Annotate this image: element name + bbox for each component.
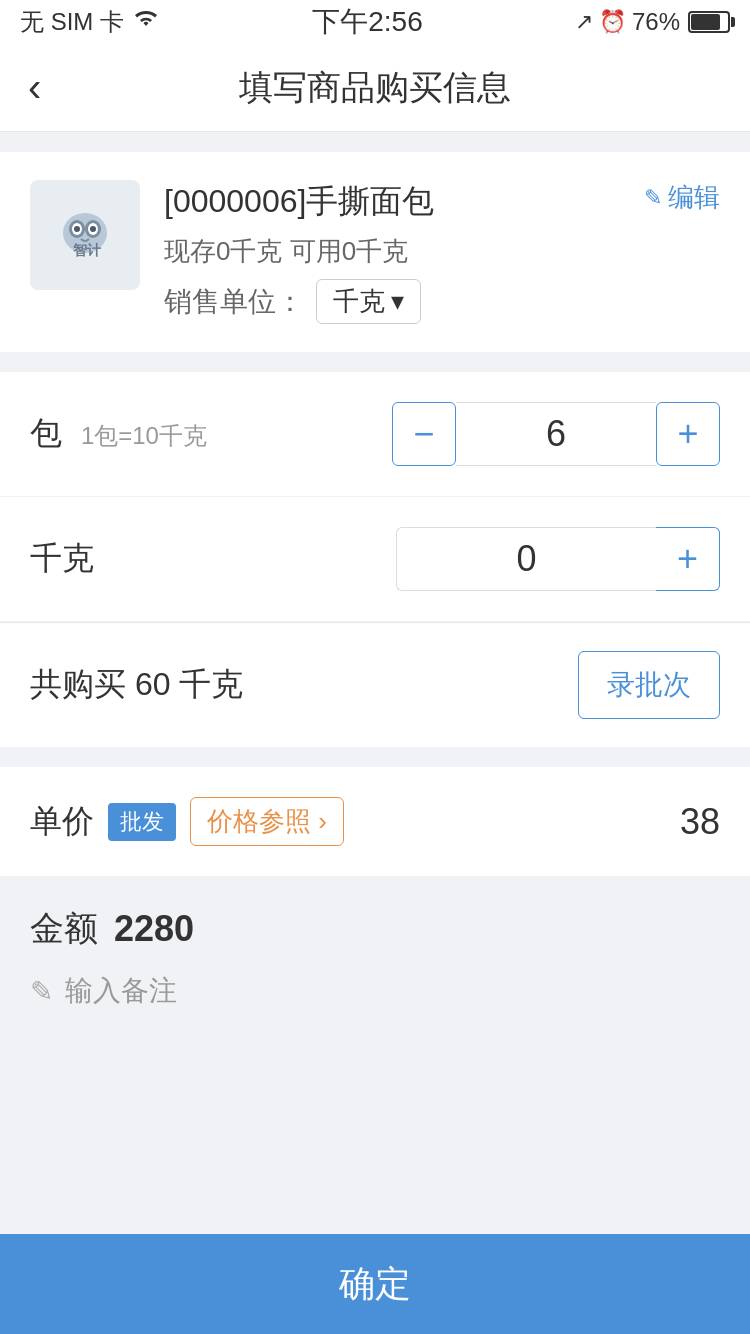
unit-value: 千克 xyxy=(333,284,385,319)
carrier-text: 无 SIM 卡 xyxy=(20,6,124,38)
back-button[interactable]: ‹ xyxy=(28,65,41,110)
amount-value: 2280 xyxy=(114,908,194,950)
price-row: 单价 批发 价格参照 › 38 xyxy=(30,797,720,846)
svg-point-6 xyxy=(90,226,96,232)
note-placeholder: 输入备注 xyxy=(65,972,177,1010)
edit-icon: ✎ xyxy=(644,185,662,211)
bao-control: − + xyxy=(392,402,720,466)
status-time: 下午2:56 xyxy=(312,3,423,41)
bao-plus-button[interactable]: + xyxy=(656,402,720,466)
status-carrier: 无 SIM 卡 xyxy=(20,6,160,38)
price-left: 单价 批发 价格参照 › xyxy=(30,797,344,846)
product-name: [0000006]手撕面包 xyxy=(164,180,720,224)
price-ref-button[interactable]: 价格参照 › xyxy=(190,797,344,846)
product-image: 智计 xyxy=(30,180,140,290)
nav-bar: ‹ 填写商品购买信息 xyxy=(0,44,750,132)
price-label: 单价 xyxy=(30,800,94,844)
note-row[interactable]: ✎ 输入备注 xyxy=(30,972,720,1010)
price-section: 单价 批发 价格参照 › 38 xyxy=(0,767,750,876)
page-title: 填写商品购买信息 xyxy=(239,65,511,111)
battery-percent: 76% xyxy=(632,8,680,36)
kg-control: + xyxy=(396,527,720,591)
price-value: 38 xyxy=(680,801,720,843)
kg-input[interactable] xyxy=(396,527,656,591)
bao-hint: 1包=10千克 xyxy=(81,422,207,449)
wifi-icon xyxy=(132,8,160,36)
pencil-icon: ✎ xyxy=(30,975,53,1008)
status-indicators: ↗ ⏰ 76% xyxy=(575,8,730,36)
product-stock: 现存0千克 可用0千克 xyxy=(164,234,720,269)
quantity-section: 包 1包=10千克 − + 千克 + 共购买 60 千克 录批次 xyxy=(0,372,750,747)
location-icon: ↗ xyxy=(575,9,593,35)
bao-minus-button[interactable]: − xyxy=(392,402,456,466)
kg-plus-button[interactable]: + xyxy=(656,527,720,591)
edit-button[interactable]: ✎ 编辑 xyxy=(644,180,720,215)
product-logo: 智计 xyxy=(55,203,115,267)
status-bar: 无 SIM 卡 下午2:56 ↗ ⏰ 76% xyxy=(0,0,750,44)
unit-select[interactable]: 千克 ▾ xyxy=(316,279,421,324)
product-card: 智计 [0000006]手撕面包 现存0千克 可用0千克 销售单位： 千克 ▾ … xyxy=(0,152,750,352)
total-text: 共购买 60 千克 xyxy=(30,663,243,707)
alarm-icon: ⏰ xyxy=(599,9,626,35)
chevron-down-icon: ▾ xyxy=(391,286,404,317)
product-unit-row: 销售单位： 千克 ▾ xyxy=(164,279,720,324)
product-info: [0000006]手撕面包 现存0千克 可用0千克 销售单位： 千克 ▾ xyxy=(164,180,720,324)
total-row: 共购买 60 千克 录批次 xyxy=(0,622,750,747)
svg-point-5 xyxy=(74,226,80,232)
confirm-button[interactable]: 确定 xyxy=(0,1234,750,1334)
amount-label: 金额 xyxy=(30,906,98,952)
kg-row: 千克 + xyxy=(0,497,750,622)
bao-row: 包 1包=10千克 − + xyxy=(0,372,750,497)
battery-icon xyxy=(688,11,730,33)
bao-label: 包 1包=10千克 xyxy=(30,412,392,456)
unit-label: 销售单位： xyxy=(164,283,304,321)
price-tag-batch: 批发 xyxy=(108,803,176,841)
edit-label: 编辑 xyxy=(668,180,720,215)
bao-input[interactable] xyxy=(456,402,656,466)
svg-text:智计: 智计 xyxy=(72,242,102,258)
amount-row: 金额 2280 xyxy=(30,906,720,952)
batch-button[interactable]: 录批次 xyxy=(578,651,720,719)
kg-label: 千克 xyxy=(30,537,396,581)
amount-section: 金额 2280 ✎ 输入备注 xyxy=(0,876,750,1030)
